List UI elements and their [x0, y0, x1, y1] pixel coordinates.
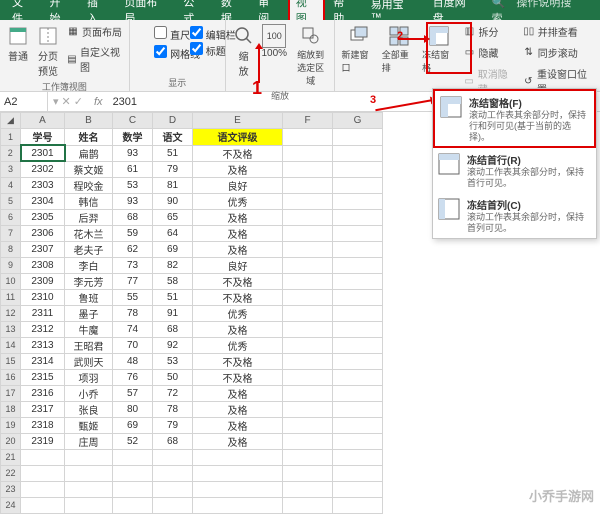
menu-freeze-first-col[interactable]: 冻结首列(C)滚动工作表其余部分时，保持首列可见。 — [433, 193, 596, 238]
custom-view-button[interactable]: ▤自定义视图 — [64, 42, 125, 76]
fx-label: fx — [88, 96, 109, 108]
annotation-arrow-1-line — [258, 45, 260, 83]
table-row[interactable]: 112310鲁班5551不及格 — [1, 289, 383, 305]
formulabar-check[interactable]: 编辑栏 — [190, 26, 236, 42]
freeze-panes-icon — [439, 95, 463, 119]
table-row[interactable]: 192318甄姬6979及格 — [1, 417, 383, 433]
pagelayout-button[interactable]: ▦页面布局 — [64, 22, 125, 41]
table-row[interactable]: 52304韩信9390优秀 — [1, 193, 383, 209]
side-by-side-button: ▯▯并排查看 — [520, 22, 596, 41]
group-show: 显示 — [168, 76, 186, 89]
header-row[interactable]: 1 学号姓名数学语文语文评级 — [1, 129, 383, 146]
table-row[interactable]: 172316小乔5772及格 — [1, 385, 383, 401]
col-f[interactable]: F — [283, 113, 333, 129]
menu-freeze-panes[interactable]: 冻结窗格(F)滚动工作表其余部分时，保持行和列可见(基于当前的选择)。 — [433, 89, 596, 148]
freeze-col-icon — [437, 197, 461, 221]
normal-view-button[interactable]: 普通 — [4, 22, 32, 80]
title-tabs: 文件 开始 插入 页面布局 公式 数据 审阅 视图 帮助 易用宝 ™ 百度网盘 … — [0, 0, 600, 20]
freeze-panes-button[interactable]: 冻结窗格 — [420, 22, 458, 98]
col-g[interactable]: G — [333, 113, 383, 129]
freeze-row-icon — [437, 152, 461, 176]
table-row[interactable]: 22301扁鹊9351不及格 — [1, 145, 383, 161]
table-row[interactable]: 23 — [1, 481, 383, 497]
group-workbook-views: 工作簿视图 — [42, 80, 87, 93]
col-d[interactable]: D — [153, 113, 193, 129]
grid[interactable]: ◢ A B C D E F G 1 学号姓名数学语文语文评级 22301扁鹊93… — [0, 112, 383, 514]
split-button[interactable]: ▥拆分 — [460, 22, 517, 41]
table-row[interactable]: 92308李白7382良好 — [1, 257, 383, 273]
table-row[interactable]: 162315项羽7650不及格 — [1, 369, 383, 385]
table-row[interactable]: 21 — [1, 449, 383, 465]
table-row[interactable]: 82307老夫子6269及格 — [1, 241, 383, 257]
table-row[interactable]: 202319庄周5268及格 — [1, 433, 383, 449]
formula-value[interactable]: 2301 — [109, 96, 141, 108]
select-all[interactable]: ◢ — [1, 113, 21, 129]
watermark: 小乔手游网 — [529, 486, 594, 505]
annotation-arrow-2-line — [398, 38, 428, 40]
zoom-selection-button[interactable]: 缩放到 选定区域 — [291, 22, 331, 89]
menu-freeze-top-row[interactable]: 冻结首行(R)滚动工作表其余部分时，保持首行可见。 — [433, 148, 596, 193]
sync-scroll-button: ⇅同步滚动 — [520, 43, 596, 62]
table-row[interactable]: 142313王昭君7092优秀 — [1, 337, 383, 353]
hide-button[interactable]: ▭隐藏 — [460, 43, 517, 62]
table-row[interactable]: 132312牛魔7468及格 — [1, 321, 383, 337]
col-b[interactable]: B — [65, 113, 113, 129]
table-row[interactable]: 22 — [1, 465, 383, 481]
table-row[interactable]: 102309李元芳7758不及格 — [1, 273, 383, 289]
table-row[interactable]: 152314武则天4853不及格 — [1, 353, 383, 369]
table-row[interactable]: 42303程咬金5381良好 — [1, 177, 383, 193]
new-window-button[interactable]: 新建窗口 — [339, 22, 377, 98]
table-row[interactable]: 32302蔡文姬6179及格 — [1, 161, 383, 177]
zoom-100-button[interactable]: 100100% — [260, 22, 289, 89]
col-a[interactable]: A — [21, 113, 65, 129]
col-c[interactable]: C — [113, 113, 153, 129]
freeze-panes-menu: 冻结窗格(F)滚动工作表其余部分时，保持行和列可见(基于当前的选择)。 冻结首行… — [432, 88, 597, 239]
table-row[interactable]: 122311墨子7891优秀 — [1, 305, 383, 321]
group-zoom: 缩放 — [271, 89, 289, 102]
col-e[interactable]: E — [193, 113, 283, 129]
table-row[interactable]: 62305后羿6865及格 — [1, 209, 383, 225]
headings-check[interactable]: 标题 — [190, 42, 226, 58]
name-box[interactable]: A2 — [0, 92, 48, 111]
table-row[interactable]: 72306花木兰5964及格 — [1, 225, 383, 241]
ribbon: 普通 分页 预览 ▦页面布局 ▤自定义视图 工作簿视图 直尺 网格线 编辑栏 标… — [0, 20, 600, 92]
pagebreak-button[interactable]: 分页 预览 — [34, 22, 62, 80]
table-row[interactable]: 182317张良8078及格 — [1, 401, 383, 417]
arrange-button[interactable]: 全部重排 — [380, 22, 418, 98]
